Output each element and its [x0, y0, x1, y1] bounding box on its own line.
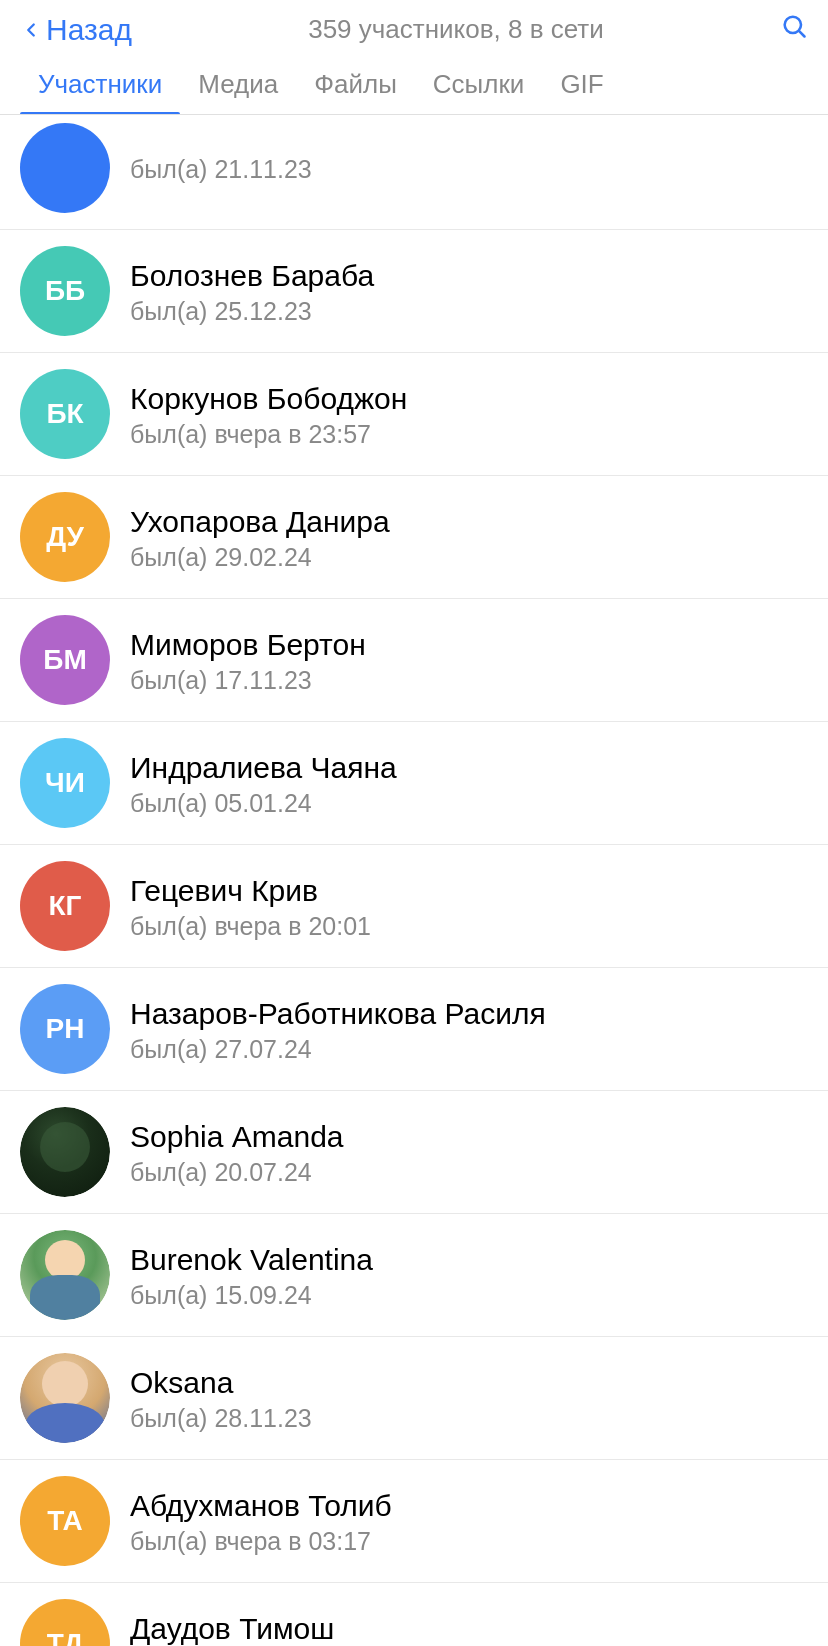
- member-info: Sophia Amanda был(а) 20.07.24: [130, 1117, 808, 1187]
- member-status: был(а) 05.01.24: [130, 789, 808, 818]
- list-item[interactable]: БК Коркунов Бободжон был(а) вчера в 23:5…: [0, 353, 828, 476]
- avatar: КГ: [20, 861, 110, 951]
- member-name: Болознев Бараба: [130, 256, 808, 295]
- header: Назад 359 участников, 8 в сети: [0, 0, 828, 55]
- list-item[interactable]: КГ Гецевич Крив был(а) вчера в 20:01: [0, 845, 828, 968]
- member-name: Абдухманов Толиб: [130, 1486, 808, 1525]
- member-info: Абдухманов Толиб был(а) вчера в 03:17: [130, 1486, 808, 1556]
- avatar: БК: [20, 369, 110, 459]
- list-item[interactable]: РН Назаров-Работникова Расиля был(а) 27.…: [0, 968, 828, 1091]
- member-name: Sophia Amanda: [130, 1117, 808, 1156]
- member-name: Oksana: [130, 1363, 808, 1402]
- list-item[interactable]: ЧИ Индралиева Чаяна был(а) 05.01.24: [0, 722, 828, 845]
- list-item[interactable]: ДУ Ухопарова Данира был(а) 29.02.24: [0, 476, 828, 599]
- member-status: был(а) 27.07.24: [130, 1035, 808, 1064]
- member-name: Даудов Тимош: [130, 1609, 808, 1646]
- member-info: Ухопарова Данира был(а) 29.02.24: [130, 502, 808, 572]
- member-status: был(а) 17.11.23: [130, 666, 808, 695]
- tab-links[interactable]: Ссылки: [415, 55, 543, 114]
- avatar: БМ: [20, 615, 110, 705]
- svg-line-1: [799, 31, 804, 36]
- tab-media[interactable]: Медиа: [180, 55, 296, 114]
- member-info: Индралиева Чаяна был(а) 05.01.24: [130, 748, 808, 818]
- member-name: Миморов Бертон: [130, 625, 808, 664]
- member-info: Oksana был(а) 28.11.23: [130, 1363, 808, 1433]
- tab-gif[interactable]: GIF: [542, 55, 621, 114]
- member-info: был(а) 21.11.23: [130, 153, 808, 184]
- member-status: был(а) 25.12.23: [130, 297, 808, 326]
- member-info: Коркунов Бободжон был(а) вчера в 23:57: [130, 379, 808, 449]
- member-name: Гецевич Крив: [130, 871, 808, 910]
- member-list: был(а) 21.11.23 ББ Болознев Бараба был(а…: [0, 115, 828, 1646]
- search-icon[interactable]: [780, 12, 808, 47]
- member-info: Болознев Бараба был(а) 25.12.23: [130, 256, 808, 326]
- avatar: [20, 1230, 110, 1320]
- member-status: был(а) 15.09.24: [130, 1281, 808, 1310]
- member-name: Назаров-Работникова Расиля: [130, 994, 808, 1033]
- member-info: Даудов Тимош был(а) 4 часа назад: [130, 1609, 808, 1646]
- member-status: был(а) вчера в 03:17: [130, 1527, 808, 1556]
- tab-files[interactable]: Файлы: [296, 55, 415, 114]
- member-info: Назаров-Работникова Расиля был(а) 27.07.…: [130, 994, 808, 1064]
- list-item[interactable]: Burenok Valentina был(а) 15.09.24: [0, 1214, 828, 1337]
- list-item[interactable]: ТА Абдухманов Толиб был(а) вчера в 03:17: [0, 1460, 828, 1583]
- member-status: был(а) вчера в 23:57: [130, 420, 808, 449]
- member-status: был(а) 20.07.24: [130, 1158, 808, 1187]
- list-item[interactable]: ББ Болознев Бараба был(а) 25.12.23: [0, 230, 828, 353]
- avatar: ДУ: [20, 492, 110, 582]
- avatar: [20, 1353, 110, 1443]
- avatar: ТА: [20, 1476, 110, 1566]
- member-status: был(а) 29.02.24: [130, 543, 808, 572]
- member-info: Миморов Бертон был(а) 17.11.23: [130, 625, 808, 695]
- member-status: был(а) 28.11.23: [130, 1404, 808, 1433]
- member-name: Коркунов Бободжон: [130, 379, 808, 418]
- list-item[interactable]: был(а) 21.11.23: [0, 115, 828, 230]
- list-item[interactable]: БМ Миморов Бертон был(а) 17.11.23: [0, 599, 828, 722]
- header-subtitle: 359 участников, 8 в сети: [308, 14, 604, 45]
- member-info: Burenok Valentina был(а) 15.09.24: [130, 1240, 808, 1310]
- avatar: [20, 1107, 110, 1197]
- avatar: [20, 123, 110, 213]
- list-item[interactable]: Oksana был(а) 28.11.23: [0, 1337, 828, 1460]
- list-item[interactable]: ТД Даудов Тимош был(а) 4 часа назад: [0, 1583, 828, 1646]
- member-name: Индралиева Чаяна: [130, 748, 808, 787]
- avatar: ББ: [20, 246, 110, 336]
- member-name: Ухопарова Данира: [130, 502, 808, 541]
- member-info: Гецевич Крив был(а) вчера в 20:01: [130, 871, 808, 941]
- avatar: ТД: [20, 1599, 110, 1646]
- back-button[interactable]: Назад: [20, 13, 132, 47]
- avatar: ЧИ: [20, 738, 110, 828]
- tab-members[interactable]: Участники: [20, 55, 180, 114]
- list-item[interactable]: Sophia Amanda был(а) 20.07.24: [0, 1091, 828, 1214]
- tabs-bar: Участники Медиа Файлы Ссылки GIF: [0, 55, 828, 115]
- avatar: РН: [20, 984, 110, 1074]
- member-status: был(а) 21.11.23: [130, 155, 808, 184]
- member-status: был(а) вчера в 20:01: [130, 912, 808, 941]
- member-name: Burenok Valentina: [130, 1240, 808, 1279]
- back-label: Назад: [46, 13, 132, 47]
